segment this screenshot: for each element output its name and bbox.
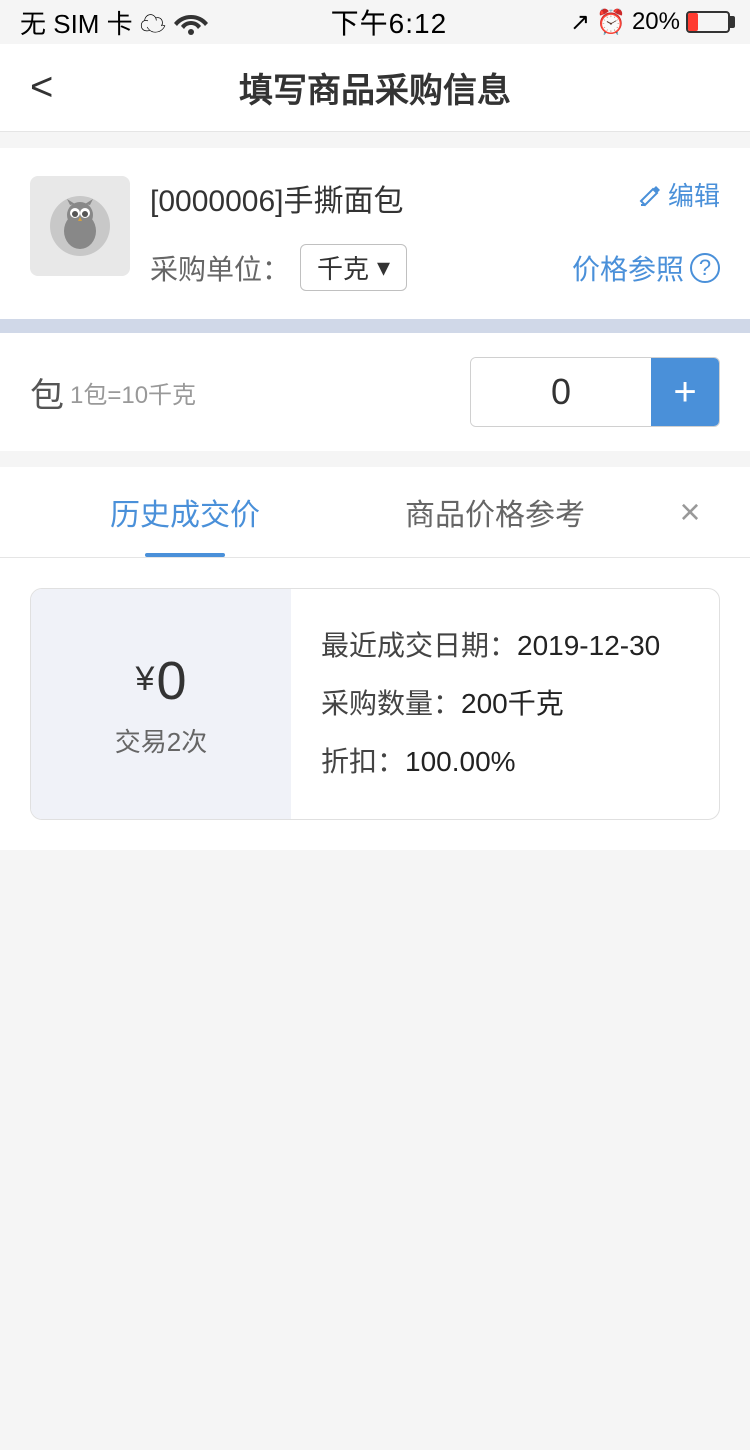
battery-percent: 20%: [632, 8, 680, 36]
page-title: 填写商品采购信息: [239, 63, 511, 112]
quantity-input[interactable]: [471, 358, 651, 426]
discount-value: 100.00%: [405, 746, 516, 777]
unit-conversion: 1包=10千克: [70, 375, 196, 410]
unit-value: 千克: [317, 249, 369, 286]
price-details: 最近成交日期：2019-12-30 采购数量：200千克 折扣：100.00%: [291, 589, 719, 819]
dropdown-arrow-icon: ▾: [377, 252, 390, 283]
product-image: [45, 191, 115, 261]
tab-history-price-label: 历史成交价: [110, 490, 260, 534]
tab-product-price[interactable]: 商品价格参考: [340, 467, 650, 557]
back-button[interactable]: <: [20, 55, 63, 120]
tab-product-price-label: 商品价格参考: [405, 490, 585, 534]
edit-button[interactable]: 编辑: [638, 176, 720, 213]
price-value: 0: [156, 650, 186, 712]
tab-active-underline: [145, 553, 225, 557]
product-info: [0000006]手撕面包 编辑 采购单位： 千克 ▾: [150, 176, 720, 291]
recent-date-value: 2019-12-30: [517, 630, 660, 661]
tab-close-button[interactable]: ×: [660, 482, 720, 542]
recent-date-row: 最近成交日期：2019-12-30: [321, 625, 689, 667]
price-amount: ¥ 0: [136, 650, 187, 712]
tab-history-price[interactable]: 历史成交价: [30, 467, 340, 557]
recent-date-label: 最近成交日期：: [321, 630, 517, 661]
wifi-icon: [174, 9, 208, 35]
purchase-quantity-row: 采购数量：200千克: [321, 683, 689, 725]
currency-symbol: ¥: [136, 660, 155, 699]
status-left: 无 SIM 卡 ☁: [20, 4, 208, 41]
price-section: ¥ 0 交易2次 最近成交日期：2019-12-30 采购数量：200千克 折扣…: [0, 558, 750, 850]
discount-label: 折扣：: [321, 746, 405, 777]
nav-bar: < 填写商品采购信息: [0, 44, 750, 132]
purchase-quantity-value: 200千克: [461, 688, 564, 719]
quantity-plus-button[interactable]: +: [651, 358, 719, 426]
location-icon: ↗: [570, 8, 590, 37]
transaction-count: 交易2次: [115, 722, 207, 759]
tabs-section: 历史成交价 商品价格参考 × ¥ 0 交易2次 最近成交日期：2019-12-3…: [0, 467, 750, 850]
price-reference-button[interactable]: 价格参照 ?: [572, 248, 720, 288]
edit-icon: [638, 182, 664, 208]
unit-badge: 包 1包=10千克: [30, 368, 196, 417]
status-time: 下午6:12: [331, 2, 448, 42]
page-rest: [0, 850, 750, 1450]
status-right: ↗ ⏰ 20%: [570, 8, 730, 37]
tabs-bar: 历史成交价 商品价格参考 ×: [0, 467, 750, 558]
battery-icon: [686, 11, 730, 33]
unit-select[interactable]: 千克 ▾: [300, 244, 407, 291]
product-card: [0000006]手撕面包 编辑 采购单位： 千克 ▾: [0, 148, 750, 319]
quantity-row: 包 1包=10千克 +: [0, 333, 750, 451]
alarm-icon: ⏰: [596, 8, 626, 37]
quantity-input-group: +: [470, 357, 720, 427]
edit-label: 编辑: [668, 176, 720, 213]
price-summary: ¥ 0 交易2次: [31, 589, 291, 819]
product-thumbnail: [30, 176, 130, 276]
product-name: [0000006]手撕面包: [150, 176, 403, 220]
price-card: ¥ 0 交易2次 最近成交日期：2019-12-30 采购数量：200千克 折扣…: [30, 588, 720, 820]
unit-label: 采购单位：: [150, 248, 290, 288]
purchase-quantity-label: 采购数量：: [321, 688, 461, 719]
unit-main: 包: [30, 368, 64, 417]
price-ref-label: 价格参照: [572, 248, 684, 288]
discount-row: 折扣：100.00%: [321, 741, 689, 783]
price-ref-help-icon: ?: [690, 253, 720, 283]
status-bar: 无 SIM 卡 ☁ 下午6:12 ↗ ⏰ 20%: [0, 0, 750, 44]
section-divider: [0, 319, 750, 333]
signal-text: 无 SIM 卡 ☁: [20, 4, 166, 41]
